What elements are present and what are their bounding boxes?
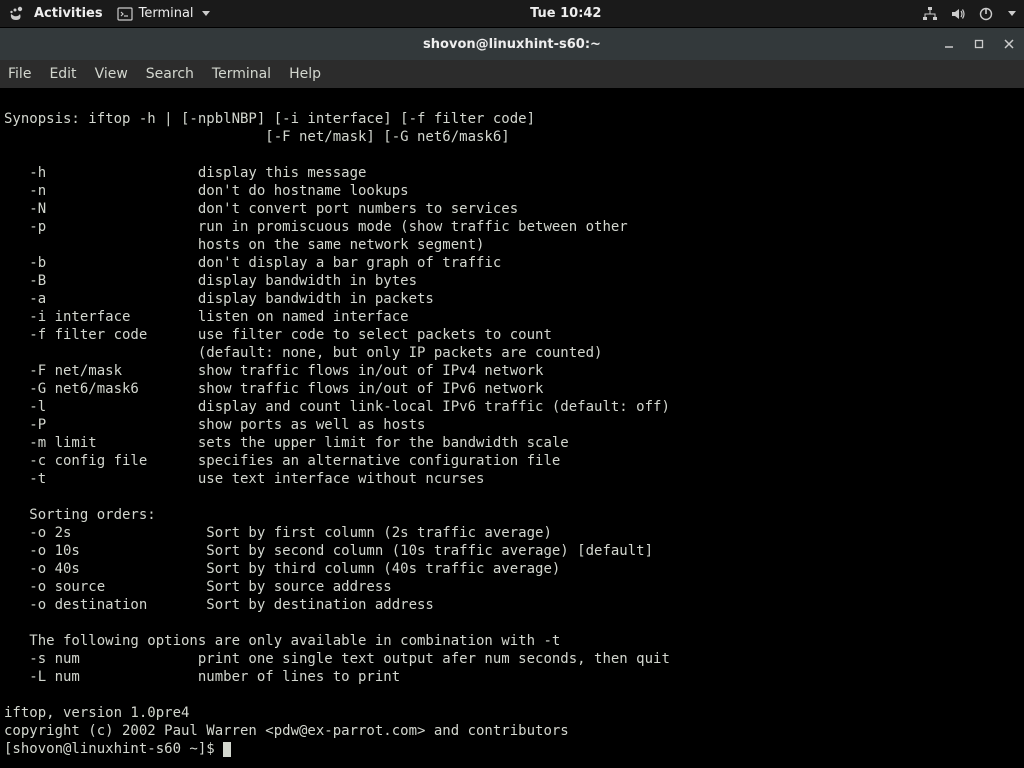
gnome-topbar: Activities Terminal Tue 10:42 xyxy=(0,0,1024,28)
chevron-down-icon xyxy=(202,11,210,16)
menu-file[interactable]: File xyxy=(8,66,31,82)
activities-button[interactable]: Activities xyxy=(34,6,103,21)
menu-terminal[interactable]: Terminal xyxy=(212,66,271,82)
window-titlebar: shovon@linuxhint-s60:~ xyxy=(0,28,1024,60)
prompt: [shovon@linuxhint-s60 ~]$ xyxy=(4,741,223,757)
minimize-button[interactable] xyxy=(942,37,956,51)
window-title: shovon@linuxhint-s60:~ xyxy=(423,37,601,52)
gnome-logo-icon xyxy=(8,6,24,22)
menu-view[interactable]: View xyxy=(95,66,128,82)
terminal-output[interactable]: Synopsis: iftop -h | [-npblNBP] [-i inte… xyxy=(0,88,1024,768)
close-button[interactable] xyxy=(1002,37,1016,51)
menu-help[interactable]: Help xyxy=(289,66,321,82)
app-menu-label: Terminal xyxy=(139,6,194,21)
power-icon[interactable] xyxy=(978,6,994,22)
cursor xyxy=(223,742,231,757)
maximize-button[interactable] xyxy=(972,37,986,51)
system-menu-chevron-icon[interactable] xyxy=(1008,11,1016,16)
menu-search[interactable]: Search xyxy=(146,66,194,82)
menu-edit[interactable]: Edit xyxy=(49,66,76,82)
terminal-icon xyxy=(117,6,133,22)
clock[interactable]: Tue 10:42 xyxy=(210,6,922,21)
app-menu[interactable]: Terminal xyxy=(117,6,210,22)
menubar: File Edit View Search Terminal Help xyxy=(0,60,1024,88)
volume-icon[interactable] xyxy=(950,6,966,22)
network-icon[interactable] xyxy=(922,6,938,22)
terminal-text: Synopsis: iftop -h | [-npblNBP] [-i inte… xyxy=(4,111,670,739)
